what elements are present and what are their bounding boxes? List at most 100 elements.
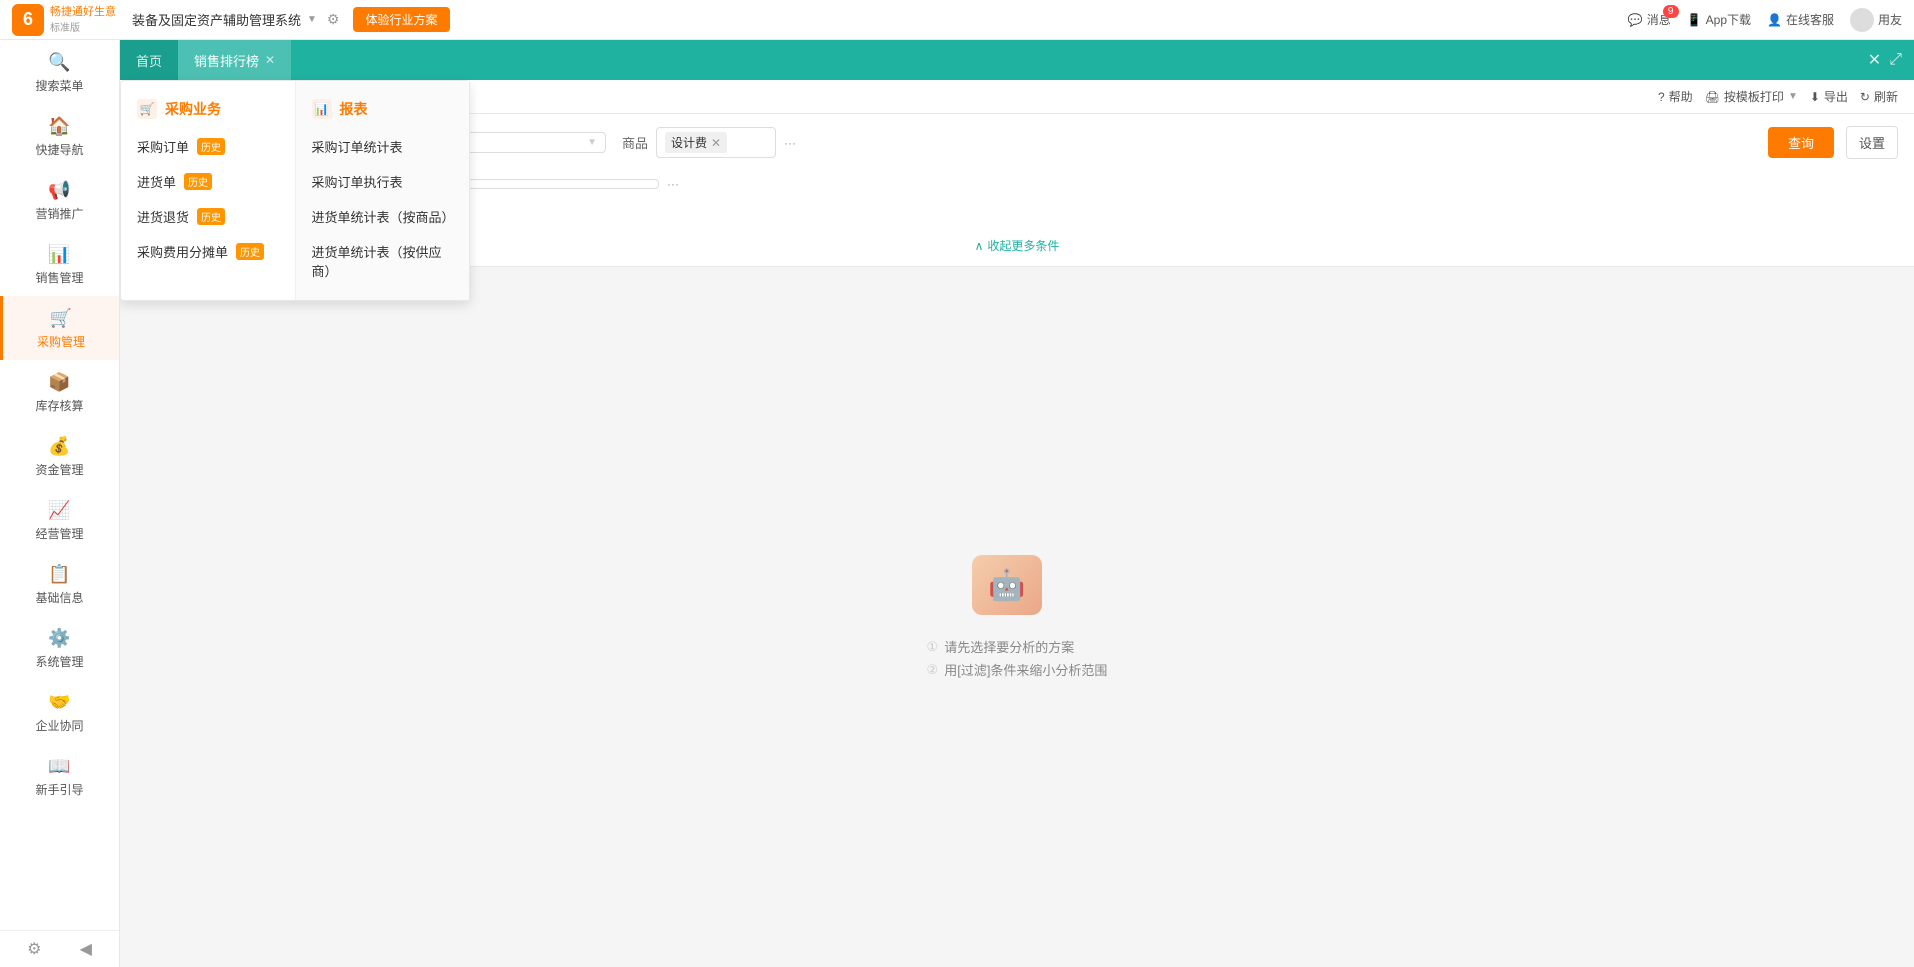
online-service-btn[interactable]: 👤 在线客服 [1767, 11, 1834, 28]
goods-select[interactable]: 设计费 ✕ [656, 127, 776, 158]
print-label: 按模板打印 [1724, 88, 1784, 105]
history-badge-purchase-return: 历史 [197, 208, 225, 225]
dropdown-item-report-4[interactable]: 进货单统计表（按供应商） [296, 234, 470, 288]
topbar: 6 畅捷通好生意 标准版 装备及固定资产辅助管理系统 ▼ ⚙ 体验行业方案 💬 … [0, 0, 1914, 40]
sidebar-item-sales[interactable]: 📊 销售管理 [0, 232, 119, 296]
sidebar-label-cooperate: 企业协同 [35, 717, 83, 734]
sidebar-item-search[interactable]: 🔍 搜索菜单 [0, 40, 119, 104]
sidebar-collapse-icon[interactable]: ◀ [80, 939, 92, 959]
dropdown-col-report-title: 报表 [340, 99, 368, 119]
settings-btn[interactable]: 设置 [1846, 126, 1898, 159]
sidebar-item-finance[interactable]: 💰 资金管理 [0, 424, 119, 488]
industry-btn[interactable]: 体验行业方案 [353, 7, 449, 32]
dropdown-item-purchase-expense[interactable]: 采购费用分摊单 历史 [121, 234, 295, 269]
sidebar-item-system[interactable]: ⚙️ 系统管理 [0, 616, 119, 680]
system-name: 装备及固定资产辅助管理系统 [132, 10, 301, 29]
logo-subtitle: 标准版 [50, 19, 116, 34]
app-download-btn[interactable]: 📱 App下载 [1687, 11, 1751, 28]
logo-icon: 6 [12, 4, 44, 36]
empty-hint-2: ② 用[过滤]条件来缩小分析范围 [927, 660, 1108, 679]
user-btn[interactable]: 用友 [1850, 8, 1902, 32]
hint-num-1: ① [927, 639, 939, 655]
dropdown-col-report-header: 📊 报表 [296, 93, 470, 129]
export-icon: ⬇ [1810, 90, 1820, 104]
history-badge-purchase-in: 历史 [184, 173, 212, 190]
help-btn[interactable]: ? 帮助 [1658, 88, 1693, 105]
sidebar-label-inventory: 库存核算 [35, 397, 83, 414]
service-label: 在线客服 [1786, 11, 1834, 28]
purchase-return-label: 进货退货 [137, 207, 189, 226]
sidebar-label-system: 系统管理 [35, 653, 83, 670]
refresh-btn[interactable]: ↻ 刷新 [1860, 88, 1898, 105]
home-icon: 🏠 [48, 116, 70, 137]
collapse-up-icon: ∧ [975, 239, 984, 253]
export-label: 导出 [1824, 88, 1848, 105]
report-2-label: 采购订单执行表 [312, 172, 403, 191]
empty-hints: ① 请先选择要分析的方案 ② 用[过滤]条件来缩小分析范围 [927, 637, 1108, 679]
goods-tag-close[interactable]: ✕ [711, 136, 721, 150]
filter-action-item: 查询 设置 [1768, 126, 1898, 159]
empty-illustration: 🤖 [972, 555, 1062, 625]
sidebar-label-guide: 新手引导 [35, 781, 83, 798]
history-badge-purchase-expense: 历史 [236, 243, 264, 260]
dropdown-item-report-3[interactable]: 进货单统计表（按商品） [296, 199, 470, 234]
refresh-icon: ↻ [1860, 90, 1870, 104]
user-label: 用友 [1878, 11, 1902, 28]
goods-more-btn[interactable]: ··· [784, 136, 796, 150]
export-btn[interactable]: ⬇ 导出 [1810, 88, 1848, 105]
tab-ranking[interactable]: 销售排行榜 ✕ [178, 40, 291, 80]
sidebar-item-cooperate[interactable]: 🤝 企业协同 [0, 680, 119, 744]
logo-text-block: 畅捷通好生意 标准版 [50, 5, 116, 34]
help-icon: ? [1658, 90, 1665, 104]
tab-close-icon[interactable]: ✕ [265, 53, 275, 67]
purchase-dropdown-menu: 🛒 采购业务 采购订单 历史 进货单 历史 进货退货 历史 采购费用分摊单 [120, 80, 470, 301]
goods-tag-value: 设计费 [671, 134, 707, 151]
query-btn[interactable]: 查询 [1768, 127, 1834, 158]
topbar-right: 💬 9 消息 📱 App下载 👤 在线客服 用友 [1628, 8, 1902, 32]
app-label: App下载 [1706, 11, 1751, 28]
sidebar-item-basic[interactable]: 📋 基础信息 [0, 552, 119, 616]
collapse-btn[interactable]: ∧ 收起更多条件 [975, 237, 1060, 254]
purchase-order-label: 采购订单 [137, 137, 189, 156]
logo-title: 畅捷通好生意 [50, 5, 116, 19]
dropdown-col-purchase: 🛒 采购业务 采购订单 历史 进货单 历史 进货退货 历史 采购费用分摊单 [121, 81, 295, 300]
tab-ranking-label: 销售排行榜 [194, 51, 259, 70]
sidebar-label-finance: 资金管理 [35, 461, 83, 478]
sidebar-label-purchase: 采购管理 [37, 333, 85, 350]
sidebar-label-nav: 快捷导航 [35, 141, 83, 158]
sidebar-settings-icon[interactable]: ⚙ [27, 939, 41, 959]
message-icon: 💬 [1628, 13, 1643, 27]
tabbar-right: ✕ ⤢ [1868, 50, 1914, 70]
system-dropdown-icon[interactable]: ▼ [307, 14, 317, 25]
sidebar-item-operations[interactable]: 📈 经营管理 [0, 488, 119, 552]
sidebar-item-guide[interactable]: 📖 新手引导 [0, 744, 119, 808]
tab-expand-icon[interactable]: ⤢ [1889, 51, 1902, 69]
print-icon: 🖨 [1705, 90, 1720, 104]
dropdown-item-purchase-in[interactable]: 进货单 历史 [121, 164, 295, 199]
sidebar: 🔍 搜索菜单 🏠 快捷导航 📢 营销推广 📊 销售管理 🛒 采购管理 📦 库存核… [0, 40, 120, 967]
sidebar-item-marketing[interactable]: 📢 营销推广 [0, 168, 119, 232]
salesman-more-btn[interactable]: ··· [667, 177, 679, 191]
tab-close-all-icon[interactable]: ✕ [1868, 50, 1881, 70]
sidebar-item-inventory[interactable]: 📦 库存核算 [0, 360, 119, 424]
service-icon: 👤 [1767, 13, 1782, 27]
sales-icon: 📊 [48, 244, 70, 265]
bill-status-dropdown: ▼ [587, 137, 597, 148]
dropdown-item-report-2[interactable]: 采购订单执行表 [296, 164, 470, 199]
sidebar-item-nav[interactable]: 🏠 快捷导航 [0, 104, 119, 168]
report-header-icon: 📊 [312, 99, 332, 119]
dropdown-item-purchase-return[interactable]: 进货退货 历史 [121, 199, 295, 234]
tabbar: 首页 销售排行榜 ✕ ✕ ⤢ [120, 40, 1914, 80]
message-btn[interactable]: 💬 9 消息 [1628, 11, 1671, 28]
dropdown-item-purchase-order[interactable]: 采购订单 历史 [121, 129, 295, 164]
sidebar-item-purchase[interactable]: 🛒 采购管理 [0, 296, 119, 360]
salesman-select[interactable] [459, 179, 659, 189]
tab-home[interactable]: 首页 [120, 40, 178, 80]
app-icon: 📱 [1687, 13, 1702, 27]
logo-area: 6 畅捷通好生意 标准版 [12, 4, 132, 36]
settings-icon[interactable]: ⚙ [327, 11, 340, 28]
print-btn[interactable]: 🖨 按模板打印 ▼ [1705, 88, 1798, 105]
dropdown-item-report-1[interactable]: 采购订单统计表 [296, 129, 470, 164]
message-badge: 9 [1663, 5, 1679, 18]
sidebar-label-operations: 经营管理 [35, 525, 83, 542]
